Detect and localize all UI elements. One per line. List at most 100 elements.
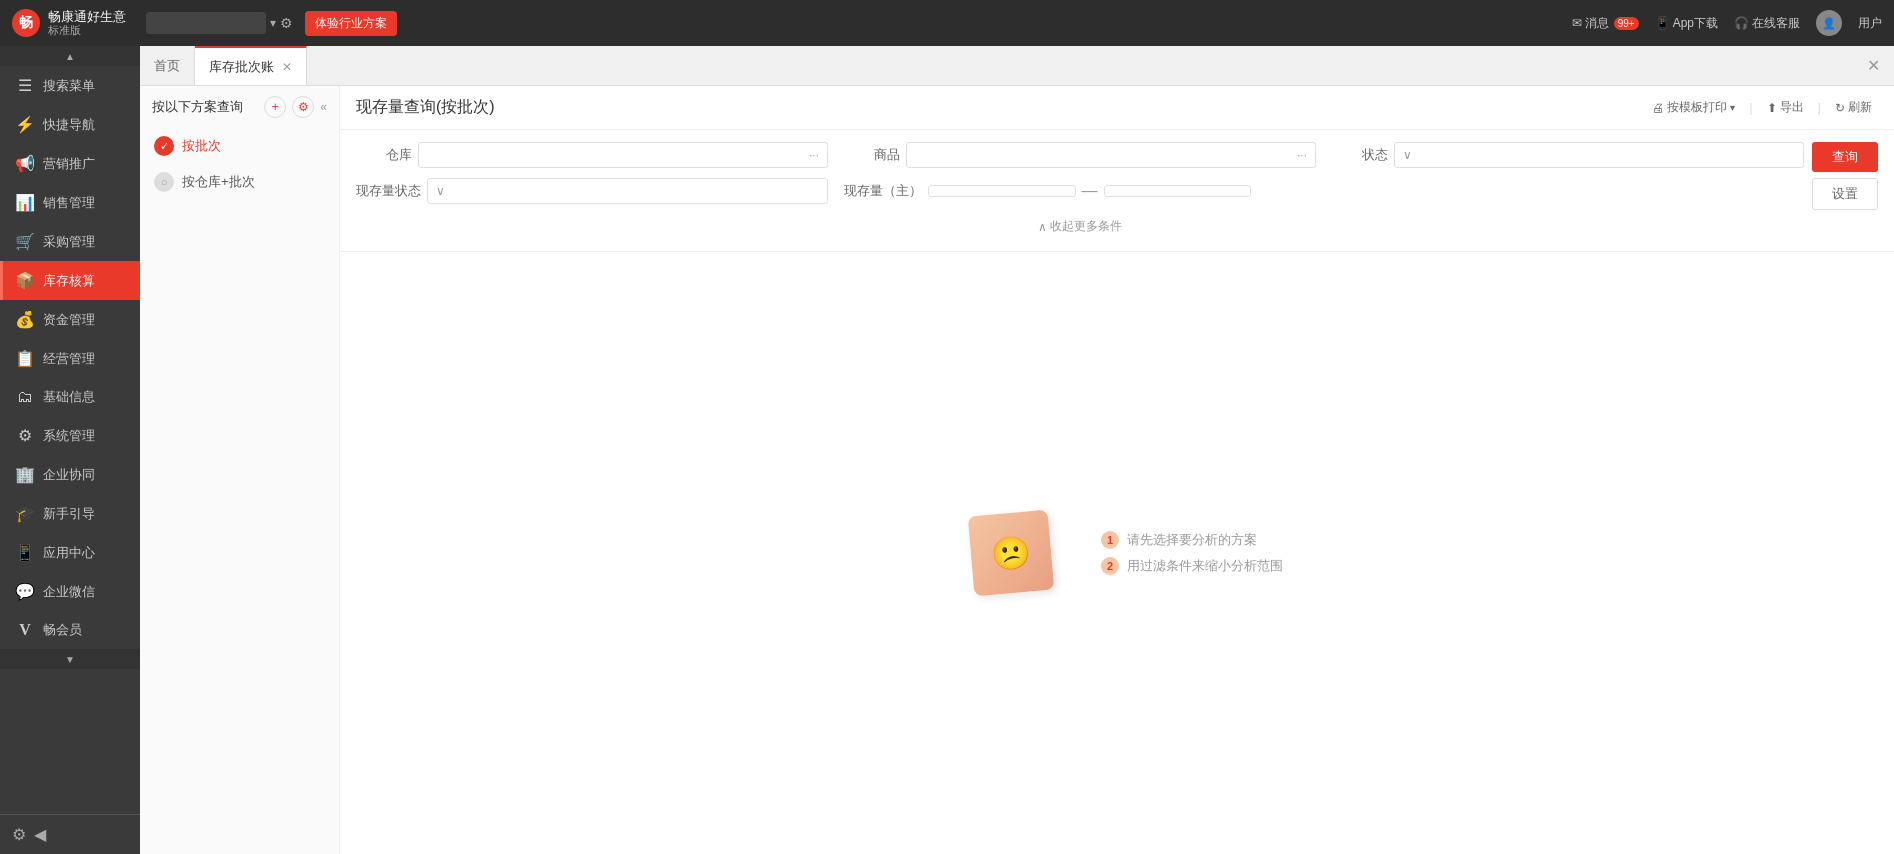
tab-close-icon[interactable]: ✕: [282, 60, 292, 74]
refresh-icon: ↻: [1835, 101, 1845, 115]
experience-button[interactable]: 体验行业方案: [305, 11, 397, 36]
main-layout: ▲ ☰ 搜索菜单 ⚡ 快捷导航 📢 营销推广 📊 销售管理 🛒 采购管理 📦 库…: [0, 46, 1894, 854]
search-chevron-icon[interactable]: ▾: [270, 16, 276, 30]
product-input[interactable]: ···: [906, 142, 1316, 168]
online-service-button[interactable]: 🎧 在线客服: [1734, 15, 1800, 32]
tab-panel-close-icon[interactable]: ✕: [1853, 56, 1894, 75]
marketing-icon: 📢: [15, 154, 35, 173]
filter-item-by-warehouse-batch[interactable]: ○ 按仓库+批次: [140, 164, 339, 200]
sidebar-item-operations[interactable]: 📋 经营管理: [0, 339, 140, 378]
tab-home[interactable]: 首页: [140, 46, 195, 85]
print-template-button[interactable]: 🖨 按模板打印 ▾: [1646, 96, 1741, 119]
empty-box: 😕: [968, 510, 1055, 597]
sidebar-item-search-menu[interactable]: ☰ 搜索菜单: [0, 66, 140, 105]
topbar-gear-icon[interactable]: ⚙: [280, 15, 293, 31]
sidebar-scroll-up[interactable]: ▲: [0, 46, 140, 66]
user-label: 用户: [1858, 15, 1882, 32]
collapse-more-button[interactable]: ∧ 收起更多条件: [356, 214, 1804, 239]
app-logo: 畅: [12, 9, 40, 37]
tab-inventory-batch[interactable]: 库存批次账 ✕: [195, 46, 307, 85]
sidebar-item-marketing[interactable]: 📢 营销推广: [0, 144, 140, 183]
collapse-up-icon: ∧: [1038, 220, 1047, 234]
hint-num-2: 2: [1101, 557, 1119, 575]
filter-settings-button[interactable]: ⚙: [292, 96, 314, 118]
sidebar-item-purchase[interactable]: 🛒 采购管理: [0, 222, 140, 261]
print-chevron-icon: ▾: [1730, 102, 1735, 113]
sidebar-item-label: 企业协同: [43, 466, 95, 484]
sidebar-item-label: 新手引导: [43, 505, 95, 523]
sidebar-item-quick-nav[interactable]: ⚡ 快捷导航: [0, 105, 140, 144]
settings-icon: ⚙: [298, 100, 309, 114]
search-row-2: 现存量状态 ∨ 现存量（主） —: [356, 178, 1804, 204]
stock-status-label: 现存量状态: [356, 182, 421, 200]
sidebar-settings-icon[interactable]: ⚙: [12, 825, 26, 844]
filter-item-by-batch[interactable]: ✓ 按批次: [140, 128, 339, 164]
export-button[interactable]: ⬆ 导出: [1761, 96, 1810, 119]
sidebar-item-newbie[interactable]: 🎓 新手引导: [0, 494, 140, 533]
print-icon: 🖨: [1652, 101, 1664, 115]
sidebar-scroll-down[interactable]: ▼: [0, 649, 140, 669]
stock-quantity-max-input[interactable]: [1104, 185, 1252, 197]
search-input[interactable]: [146, 12, 266, 34]
content-area: 首页 库存批次账 ✕ ✕ 按以下方案查询 + ⚙: [140, 46, 1894, 854]
stock-quantity-min-input[interactable]: [928, 185, 1076, 197]
app-download-button[interactable]: 📱 App下载: [1655, 15, 1718, 32]
tab-bar: 首页 库存批次账 ✕ ✕: [140, 46, 1894, 86]
sidebar-item-app-center[interactable]: 📱 应用中心: [0, 533, 140, 572]
search-actions: 查询 设置: [1812, 142, 1878, 210]
enterprise-icon: 🏢: [15, 465, 35, 484]
filter-item-active-icon: ✓: [154, 136, 174, 156]
settings-button[interactable]: 设置: [1812, 178, 1878, 210]
filter-add-button[interactable]: +: [264, 96, 286, 118]
empty-hints: 1 请先选择要分析的方案 2 用过滤条件来缩小分析范围: [1101, 531, 1283, 575]
filter-item-label: 按批次: [182, 137, 221, 155]
filter-panel-header: 按以下方案查询 + ⚙ «: [140, 86, 339, 128]
product-dots: ···: [1297, 148, 1307, 162]
warehouse-input[interactable]: ···: [418, 142, 828, 168]
avatar-icon: 👤: [1822, 17, 1836, 30]
empty-face-icon: 😕: [989, 532, 1032, 573]
system-icon: ⚙: [15, 426, 35, 445]
quick-nav-icon: ⚡: [15, 115, 35, 134]
finance-icon: 💰: [15, 310, 35, 329]
query-button[interactable]: 查询: [1812, 142, 1878, 172]
sidebar-item-enterprise[interactable]: 🏢 企业协同: [0, 455, 140, 494]
empty-state: 😕 1 请先选择要分析的方案 2 用过滤条件来缩小分析范围: [340, 252, 1894, 854]
filter-item-label: 按仓库+批次: [182, 173, 255, 191]
empty-hint-2: 2 用过滤条件来缩小分析范围: [1101, 557, 1283, 575]
sidebar-item-label: 采购管理: [43, 233, 95, 251]
refresh-button[interactable]: ↻ 刷新: [1829, 96, 1878, 119]
sidebar-item-inventory[interactable]: 📦 库存核算: [0, 261, 140, 300]
sidebar-item-basics[interactable]: 🗂 基础信息: [0, 378, 140, 416]
search-row-1: 仓库 ··· 商品 ···: [356, 142, 1804, 168]
collapse-label: 收起更多条件: [1050, 218, 1122, 235]
sidebar-item-vip[interactable]: V 畅会员: [0, 611, 140, 649]
messages-button[interactable]: ✉ 消息 99+: [1572, 15, 1639, 32]
sidebar-item-system[interactable]: ⚙ 系统管理: [0, 416, 140, 455]
tab-inventory-batch-label: 库存批次账: [209, 58, 274, 76]
sidebar-item-label: 销售管理: [43, 194, 95, 212]
filter-collapse-icon[interactable]: «: [320, 100, 327, 114]
sidebar-item-finance[interactable]: 💰 资金管理: [0, 300, 140, 339]
topbar-search-area: ▾ ⚙: [146, 12, 293, 34]
sidebar-item-sales[interactable]: 📊 销售管理: [0, 183, 140, 222]
stock-status-input[interactable]: ∨: [427, 178, 828, 204]
hint-text-1: 请先选择要分析的方案: [1127, 531, 1257, 549]
sidebar-item-label: 库存核算: [43, 272, 95, 290]
product-field: 商品 ···: [844, 142, 1316, 168]
sidebar-item-wechat[interactable]: 💬 企业微信: [0, 572, 140, 611]
basics-icon: 🗂: [15, 388, 35, 406]
page-title-bar: 现存量查询(按批次) 🖨 按模板打印 ▾ | ⬆ 导出 |: [340, 86, 1894, 130]
filter-panel-actions: + ⚙ «: [264, 96, 327, 118]
status-input[interactable]: ∨: [1394, 142, 1804, 168]
purchase-icon: 🛒: [15, 232, 35, 251]
status-label: 状态: [1332, 146, 1388, 164]
add-icon: +: [272, 100, 279, 114]
user-avatar[interactable]: 👤: [1816, 10, 1842, 36]
app-version: 标准版: [48, 24, 134, 37]
app-title: 畅康通好生意: [48, 9, 126, 25]
sidebar-collapse-icon[interactable]: ◀: [34, 825, 46, 844]
filter-panel-title: 按以下方案查询: [152, 98, 243, 116]
app-center-icon: 📱: [15, 543, 35, 562]
sidebar: ▲ ☰ 搜索菜单 ⚡ 快捷导航 📢 营销推广 📊 销售管理 🛒 采购管理 📦 库…: [0, 46, 140, 854]
